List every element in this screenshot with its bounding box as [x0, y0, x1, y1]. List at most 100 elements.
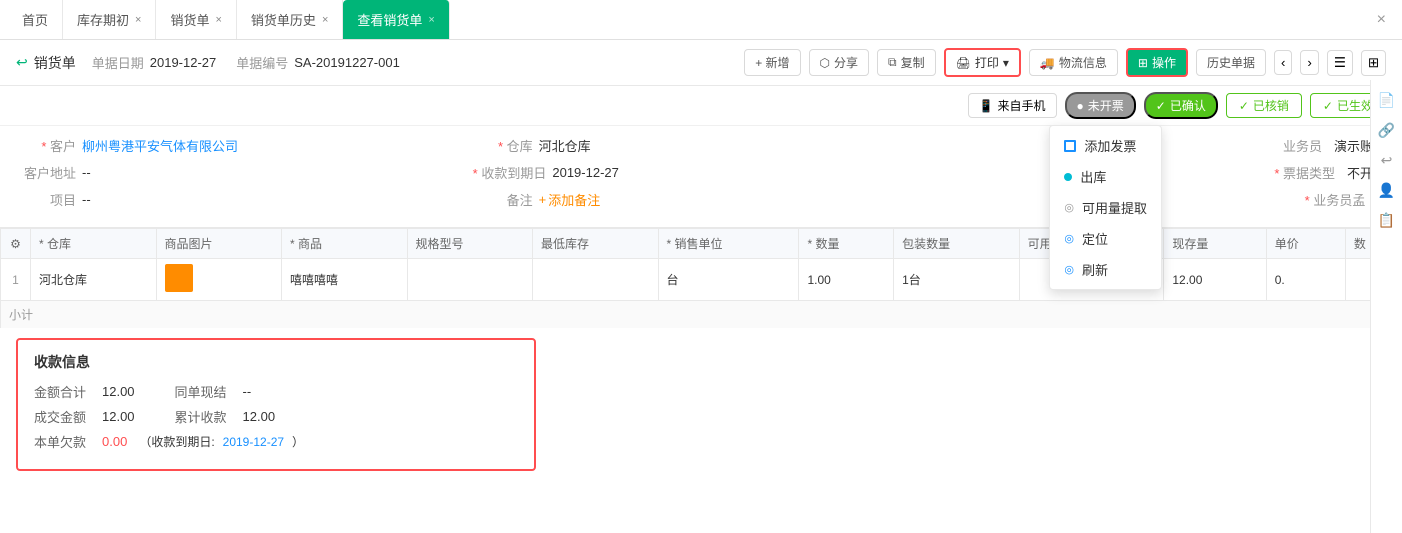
print-button[interactable]: 🖨 打印 ▾ [944, 48, 1021, 77]
tab-inventory-close[interactable]: × [135, 14, 141, 26]
unopen-button[interactable]: ● 未开票 [1065, 92, 1136, 119]
col-settings[interactable]: ⚙ [1, 229, 31, 259]
dropdown-available-qty[interactable]: ◎ 可用量提取 [1050, 192, 1161, 223]
note-field: 备注 + 添加备注 [473, 190, 930, 209]
payment-title: 收款信息 [34, 352, 518, 372]
phone-icon: 📱 [979, 99, 994, 113]
tab-history-close[interactable]: × [322, 14, 328, 26]
cell-unit: 台 [658, 259, 799, 301]
locate-label: 定位 [1082, 229, 1108, 248]
col-spec: 规格型号 [407, 229, 533, 259]
cumulative-payment-value: 12.00 [243, 409, 276, 424]
sidebar-icon-doc[interactable]: 📄 [1375, 88, 1399, 112]
form-row-3: 项目 -- 备注 + 添加备注 业务员孟 -- [16, 190, 1386, 209]
cell-warehouse: 河北仓库 [31, 259, 157, 301]
phone-button[interactable]: 📱 来自手机 [968, 93, 1057, 118]
tab-sales[interactable]: 销货单 × [156, 0, 236, 39]
invoice-icon [1064, 140, 1076, 152]
effective-label: 已生效 [1337, 97, 1373, 114]
print-icon: 🖨 [956, 56, 971, 70]
sidebar-icon-list[interactable]: 📋 [1375, 208, 1399, 232]
cell-qty: 1.00 [799, 259, 894, 301]
arrears-field: 本单欠款 0.00 （收款到期日: 2019-12-27 ） [34, 432, 304, 451]
tab-inventory-label: 库存期初 [77, 10, 129, 29]
layout-list-button[interactable]: ☰ [1327, 50, 1353, 76]
col-min-stock: 最低库存 [533, 229, 659, 259]
sidebar-icon-link[interactable]: 🔗 [1375, 118, 1399, 142]
dropdown-add-invoice[interactable]: 添加发票 [1050, 130, 1161, 161]
operations-label: 操作 [1152, 54, 1176, 71]
copy-icon: ⧉ [888, 55, 897, 70]
operations-button[interactable]: ⊞ 操作 [1126, 48, 1188, 77]
tab-inventory[interactable]: 库存期初 × [63, 0, 156, 39]
tab-history-label: 销货单历史 [251, 10, 316, 29]
subtotal-label: 小计 [1, 301, 1402, 329]
sidebar-icon-back[interactable]: ↩ [1375, 148, 1399, 172]
effective-icon: ✓ [1323, 99, 1333, 113]
customer-value[interactable]: 柳州粤港平安气体有限公司 [82, 136, 238, 155]
col-img: 商品图片 [156, 229, 282, 259]
operations-dropdown: 添加发票 出库 ◎ 可用量提取 ◎ 定位 ◎ 刷新 [1049, 125, 1162, 290]
warehouse-value[interactable]: 河北仓库 [539, 136, 591, 155]
tab-view-sales-close[interactable]: × [428, 14, 434, 26]
due-date-value[interactable]: 2019-12-27 [552, 165, 619, 180]
unopen-icon: ● [1077, 99, 1084, 113]
history-button[interactable]: 历史单据 [1196, 49, 1266, 76]
confirm-label: 已确认 [1170, 97, 1206, 114]
dropdown-outbound[interactable]: 出库 [1050, 161, 1161, 192]
verified-label: 已核销 [1253, 97, 1289, 114]
total-amount-value: 12.00 [102, 384, 135, 399]
doc-title: ↩ 销货单 [16, 53, 76, 73]
address-field: 客户地址 -- [16, 163, 473, 182]
table-row: 1 河北仓库 嘻嘻嘻嘻 台 1.00 1台 12.00 0. [1, 259, 1402, 301]
project-field: 项目 -- [16, 190, 473, 209]
deal-amount-label: 成交金额 [34, 407, 94, 426]
doc-header: ↩ 销货单 单据日期 2019-12-27 单据编号 SA-20191227-0… [0, 40, 1402, 86]
payment-row-1: 金额合计 12.00 同单现结 -- [34, 382, 518, 401]
share-button[interactable]: ⬡ 分享 [809, 49, 870, 76]
unopen-label: 未开票 [1088, 97, 1124, 114]
warehouse-label: 仓库 [473, 136, 533, 155]
product-table: ⚙ * 仓库 商品图片 * 商品 规格型号 最低库存 * 销售单位 * 数量 包… [0, 228, 1402, 328]
due-date-field: 收款到期日 2019-12-27 [473, 163, 930, 182]
total-amount-field: 金额合计 12.00 [34, 382, 135, 401]
tab-sales-close[interactable]: × [215, 14, 221, 26]
outbound-label: 出库 [1080, 167, 1106, 186]
same-settlement-label: 同单现结 [175, 382, 235, 401]
refresh-icon: ◎ [1064, 263, 1074, 276]
new-button[interactable]: + 新增 [744, 49, 800, 76]
print-dropdown-icon: ▾ [1003, 56, 1009, 70]
tab-history[interactable]: 销货单历史 × [237, 0, 343, 39]
total-amount-label: 金额合计 [34, 382, 94, 401]
copy-button[interactable]: ⧉ 复制 [877, 49, 936, 76]
due-date-note: 2019-12-27 [223, 435, 284, 449]
sidebar-icon-user[interactable]: 👤 [1375, 178, 1399, 202]
tab-view-sales[interactable]: 查看销货单 × [343, 0, 449, 39]
ticket-type-label: 票据类型 [1274, 163, 1335, 182]
available-label: 可用量提取 [1082, 198, 1147, 217]
note-label: 备注 [473, 190, 533, 209]
layout-grid-button[interactable]: ⊞ [1361, 50, 1386, 76]
subtotal-row: 小计 [1, 301, 1402, 329]
staff-label: 业务员 [1283, 136, 1322, 155]
prev-button[interactable]: ‹ [1274, 50, 1292, 75]
verified-icon: ✓ [1239, 99, 1249, 113]
cell-product: 嘻嘻嘻嘻 [282, 259, 408, 301]
close-all-button[interactable]: × [1369, 7, 1394, 33]
tab-home[interactable]: 首页 [8, 0, 63, 39]
add-note-button[interactable]: + 添加备注 [539, 190, 601, 209]
product-image [165, 264, 193, 292]
arrears-value: 0.00 [102, 434, 127, 449]
confirm-button[interactable]: ✓ 已确认 [1144, 92, 1218, 119]
plus-icon: + [539, 192, 547, 207]
dropdown-refresh[interactable]: ◎ 刷新 [1050, 254, 1161, 285]
next-button[interactable]: › [1300, 50, 1318, 75]
dropdown-locate[interactable]: ◎ 定位 [1050, 223, 1161, 254]
tab-view-sales-label: 查看销货单 [357, 10, 422, 29]
cell-price: 0. [1266, 259, 1345, 301]
logistics-button[interactable]: 🚚 物流信息 [1029, 49, 1118, 76]
deal-amount-value: 12.00 [102, 409, 135, 424]
cumulative-payment-field: 累计收款 12.00 [175, 407, 276, 426]
verified-button[interactable]: ✓ 已核销 [1226, 93, 1302, 118]
deal-amount-field: 成交金额 12.00 [34, 407, 135, 426]
